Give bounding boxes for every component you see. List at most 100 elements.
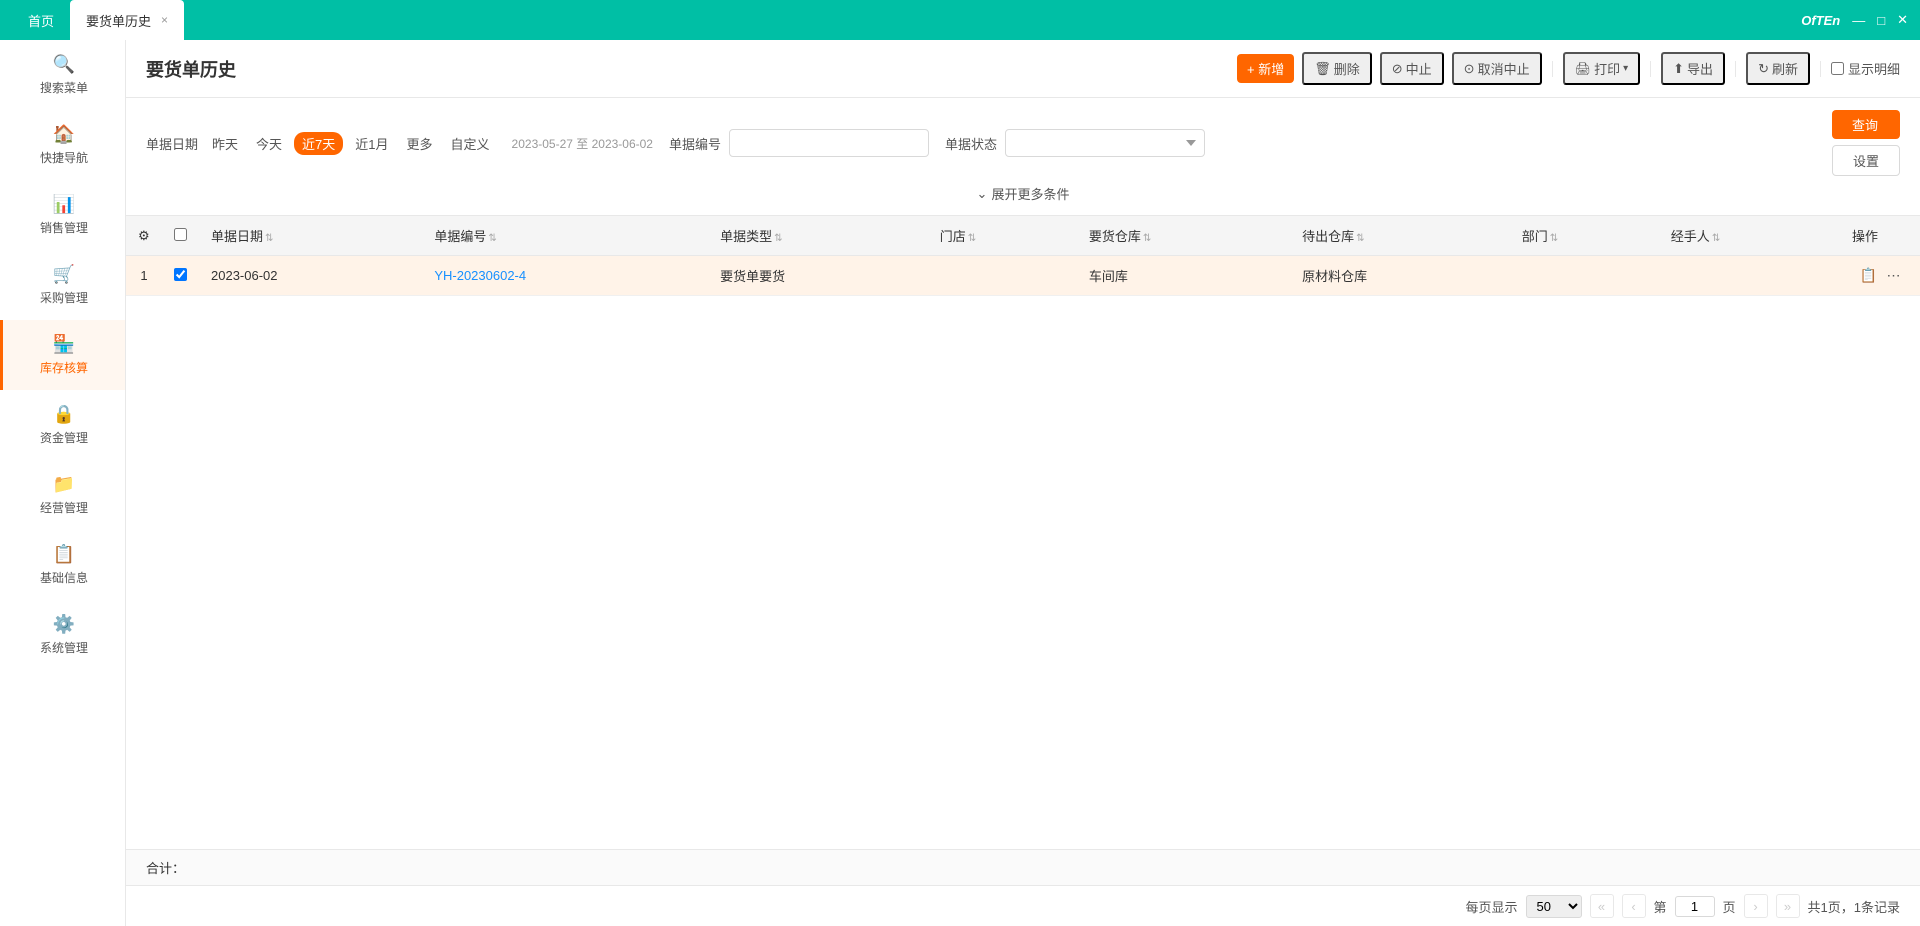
sort-pending-warehouse-icon: ⇅ [1356, 233, 1364, 244]
filter-docnum-item: 单据编号 [669, 129, 929, 157]
filter-date-range-item: 2023-05-27 至 2023-06-02 [512, 135, 653, 152]
tab-active[interactable]: 要货单历史 × [70, 0, 184, 40]
refresh-button[interactable]: ↻ 刷新 [1746, 52, 1810, 85]
export-button[interactable]: ⬆ 导出 [1661, 52, 1725, 85]
th-handler[interactable]: 经手人⇅ [1659, 216, 1840, 256]
date-opt-1month[interactable]: 近1月 [349, 132, 394, 155]
row-doc-number[interactable]: YH-20230602-4 [422, 256, 708, 296]
print-chevron-icon: ▾ [1623, 63, 1628, 74]
th-doc-type[interactable]: 单据类型⇅ [708, 216, 928, 256]
sidebar-item-base-info[interactable]: 📋 基础信息 [0, 530, 125, 600]
row-settings: 1 [126, 256, 162, 296]
action-divider-2 [1650, 61, 1651, 77]
sort-req-warehouse-icon: ⇅ [1143, 233, 1151, 244]
tab-close-icon[interactable]: × [161, 13, 168, 27]
sidebar-item-purchase[interactable]: 🛒 采购管理 [0, 250, 125, 320]
th-doc-number[interactable]: 单据编号⇅ [422, 216, 708, 256]
sidebar-label-finance: 资金管理 [40, 429, 88, 446]
display-detail-label: 显示明细 [1848, 59, 1900, 78]
th-department[interactable]: 部门⇅ [1510, 216, 1659, 256]
sales-icon: 📊 [53, 194, 75, 215]
row-checkbox[interactable] [174, 268, 187, 281]
sidebar-label-sales: 销售管理 [40, 219, 88, 236]
print-label: 打印 [1594, 59, 1620, 78]
doc-status-label: 单据状态 [945, 134, 997, 153]
settings-button[interactable]: 设置 [1832, 145, 1900, 176]
content-area: 要货单历史 + 新增 🗑 删除 ⊘ 中止 ⊙ 取消中止 🖨 打 [126, 40, 1920, 926]
next-page-button[interactable]: › [1744, 894, 1768, 918]
sidebar-item-inventory[interactable]: 🏪 库存核算 [0, 320, 125, 390]
select-all-checkbox[interactable] [174, 228, 187, 241]
cancel-stop-button[interactable]: ⊙ 取消中止 [1452, 52, 1542, 85]
sidebar-item-sales[interactable]: 📊 销售管理 [0, 180, 125, 250]
expand-more-icon: ⌄ [977, 186, 988, 202]
doc-status-select[interactable] [1005, 129, 1205, 157]
th-req-warehouse[interactable]: 要货仓库⇅ [1077, 216, 1290, 256]
row-department [1510, 256, 1659, 296]
stop-button[interactable]: ⊘ 中止 [1380, 52, 1444, 85]
page-input[interactable] [1675, 896, 1715, 917]
refresh-icon: ↻ [1758, 61, 1769, 77]
date-opt-more[interactable]: 更多 [401, 132, 439, 155]
page-size-label: 每页显示 [1465, 897, 1517, 916]
maximize-button[interactable]: □ [1877, 13, 1885, 28]
page-size-select[interactable]: 50 10 20 100 [1526, 895, 1582, 918]
app-logo: OfTEn [1801, 13, 1840, 28]
row-edit-icon[interactable]: 📋 [1859, 267, 1876, 283]
last-page-button[interactable]: » [1776, 894, 1800, 918]
table-row[interactable]: 1 2023-06-02 YH-20230602-4 要货单要货 车间库 原材料… [126, 256, 1920, 296]
row-more-icon[interactable]: ⋯ [1887, 267, 1901, 283]
total-info: 共1页，1条记录 [1808, 897, 1900, 916]
date-opt-yesterday[interactable]: 昨天 [206, 132, 244, 155]
date-opt-today[interactable]: 今天 [250, 132, 288, 155]
minimize-button[interactable]: — [1852, 13, 1865, 28]
row-req-warehouse: 车间库 [1077, 256, 1290, 296]
sidebar-item-finance[interactable]: 🔒 资金管理 [0, 390, 125, 460]
th-store[interactable]: 门店⇅ [928, 216, 1077, 256]
delete-button[interactable]: 🗑 删除 [1302, 52, 1372, 85]
display-detail-checkbox[interactable] [1831, 62, 1844, 75]
sidebar-item-search-menu[interactable]: 🔍 搜索菜单 [0, 40, 125, 110]
sidebar-label-search-menu: 搜索菜单 [40, 79, 88, 96]
row-store [928, 256, 1077, 296]
th-operations: 操作 [1840, 216, 1920, 256]
cancel-stop-icon: ⊙ [1464, 61, 1475, 77]
table-area: ⚙ 单据日期⇅ 单据编号⇅ 单据类型⇅ 门店⇅ 要货仓库⇅ 待出仓库⇅ 部门⇅ … [126, 216, 1920, 849]
display-detail-toggle[interactable]: 显示明细 [1831, 59, 1900, 78]
expand-more-label: 展开更多条件 [991, 184, 1069, 203]
header-actions: + 新增 🗑 删除 ⊘ 中止 ⊙ 取消中止 🖨 打印 ▾ [1237, 52, 1900, 85]
sidebar-item-system[interactable]: ⚙️ 系统管理 [0, 600, 125, 670]
new-button[interactable]: + 新增 [1237, 54, 1294, 83]
print-button[interactable]: 🖨 打印 ▾ [1563, 52, 1641, 85]
window-close-button[interactable]: ✕ [1897, 12, 1908, 28]
sidebar-item-quick-nav[interactable]: 🏠 快捷导航 [0, 110, 125, 180]
sort-doc-date-icon: ⇅ [265, 233, 273, 244]
row-check[interactable] [162, 256, 199, 296]
cancel-stop-label: 取消中止 [1478, 59, 1530, 78]
doc-number-link[interactable]: YH-20230602-4 [434, 268, 526, 283]
th-pending-warehouse[interactable]: 待出仓库⇅ [1290, 216, 1510, 256]
expand-more-button[interactable]: ⌄ 展开更多条件 [146, 184, 1900, 203]
date-opt-custom[interactable]: 自定义 [445, 132, 496, 155]
first-page-button[interactable]: « [1590, 894, 1614, 918]
date-opt-7days[interactable]: 近7天 [294, 132, 343, 155]
th-settings[interactable]: ⚙ [126, 216, 162, 256]
page-of-label: 页 [1723, 897, 1736, 916]
th-check[interactable] [162, 216, 199, 256]
date-filter-label: 单据日期 [146, 134, 198, 153]
filter-right-actions: 查询 设置 [1832, 110, 1900, 176]
sidebar: 🔍 搜索菜单 🏠 快捷导航 📊 销售管理 🛒 采购管理 🏪 库存核算 🔒 资金管… [0, 40, 126, 926]
quick-nav-icon: 🏠 [53, 124, 75, 145]
filter-bar: 单据日期 昨天 今天 近7天 近1月 更多 自定义 2023-05-27 至 2… [126, 98, 1920, 216]
filter-date-item: 单据日期 昨天 今天 近7天 近1月 更多 自定义 [146, 132, 496, 155]
sidebar-item-operations[interactable]: 📁 经营管理 [0, 460, 125, 530]
doc-number-input[interactable] [729, 129, 929, 157]
stop-label: 中止 [1406, 59, 1432, 78]
prev-page-button[interactable]: ‹ [1622, 894, 1646, 918]
doc-number-label: 单据编号 [669, 134, 721, 153]
purchase-icon: 🛒 [53, 264, 75, 285]
query-button[interactable]: 查询 [1832, 110, 1900, 139]
row-operations: 📋 ⋯ [1840, 256, 1920, 296]
th-doc-date[interactable]: 单据日期⇅ [199, 216, 422, 256]
tab-home[interactable]: 首页 [12, 0, 70, 40]
